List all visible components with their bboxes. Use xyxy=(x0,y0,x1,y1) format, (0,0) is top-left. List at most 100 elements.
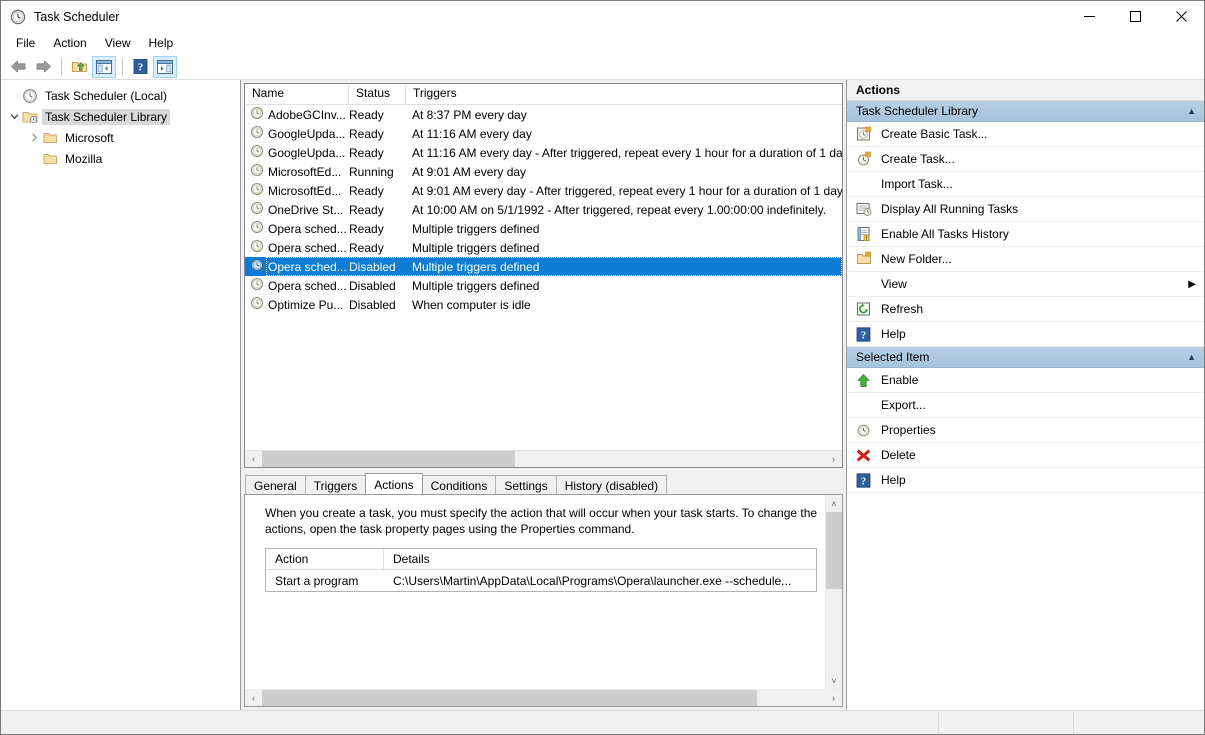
toolbar-separator xyxy=(61,58,62,75)
column-header-name[interactable]: Name xyxy=(245,84,349,104)
forward-arrow-icon[interactable] xyxy=(31,56,55,78)
tab-history[interactable]: History (disabled) xyxy=(555,475,668,494)
table-row[interactable]: MicrosoftEd... Ready At 9:01 AM every da… xyxy=(245,181,842,200)
table-row[interactable]: Opera sched... Ready Multiple triggers d… xyxy=(245,219,842,238)
table-row[interactable]: GoogleUpda... Ready At 11:16 AM every da… xyxy=(245,124,842,143)
tree-item-microsoft[interactable]: Microsoft xyxy=(1,127,240,148)
scroll-track[interactable] xyxy=(262,690,825,706)
menu-file[interactable]: File xyxy=(7,33,44,53)
action-properties[interactable]: Properties xyxy=(847,418,1204,443)
table-row[interactable]: AdobeGCInv... Ready At 8:37 PM every day xyxy=(245,105,842,124)
clock-icon xyxy=(250,106,264,123)
detail-horizontal-scrollbar[interactable]: ‹ › xyxy=(245,689,842,706)
chevron-down-icon[interactable] xyxy=(6,109,22,125)
action-refresh[interactable]: Refresh xyxy=(847,297,1204,322)
task-list: Name Status Triggers AdobeGCInv... Ready… xyxy=(244,83,843,468)
chevron-up-icon[interactable]: ▲ xyxy=(1187,106,1196,116)
details-cell: C:\Users\Martin\AppData\Local\Programs\O… xyxy=(393,573,792,588)
show-hide-action-pane-icon[interactable] xyxy=(153,55,177,78)
action-create-task[interactable]: Create Task... xyxy=(847,147,1204,172)
tab-conditions[interactable]: Conditions xyxy=(421,475,497,494)
column-header-action[interactable]: Action xyxy=(266,549,384,569)
menu-bar: File Action View Help xyxy=(1,32,1204,54)
action-view[interactable]: View ▶ xyxy=(847,272,1204,297)
scroll-track[interactable] xyxy=(826,512,842,672)
help-icon[interactable]: ? xyxy=(128,56,152,78)
action-help-selected[interactable]: ? Help xyxy=(847,468,1204,493)
no-icon xyxy=(855,276,872,293)
actions-group-header-selected-item[interactable]: Selected Item ▲ xyxy=(847,347,1204,368)
table-row[interactable]: Opera sched... Ready Multiple triggers d… xyxy=(245,238,842,257)
action-export[interactable]: Export... xyxy=(847,393,1204,418)
up-folder-icon[interactable] xyxy=(67,56,91,78)
task-status: Ready xyxy=(349,145,384,160)
column-header-status[interactable]: Status xyxy=(349,84,406,104)
task-name-cell: Opera sched... xyxy=(245,277,349,294)
chevron-up-icon[interactable]: ▲ xyxy=(1187,352,1196,362)
scroll-left-icon[interactable]: ‹ xyxy=(245,690,262,706)
scroll-thumb[interactable] xyxy=(826,512,842,589)
table-row[interactable]: OneDrive St... Ready At 10:00 AM on 5/1/… xyxy=(245,200,842,219)
table-row[interactable]: GoogleUpda... Ready At 11:16 AM every da… xyxy=(245,143,842,162)
scroll-right-icon[interactable]: › xyxy=(825,451,842,467)
properties-clock-icon xyxy=(855,422,872,439)
tab-settings[interactable]: Settings xyxy=(495,475,557,494)
action-enable[interactable]: Enable xyxy=(847,368,1204,393)
scroll-thumb[interactable] xyxy=(262,690,758,706)
action-new-folder[interactable]: New Folder... xyxy=(847,247,1204,272)
scroll-thumb[interactable] xyxy=(262,451,516,467)
tab-general[interactable]: General xyxy=(245,475,306,494)
tree-item-task-scheduler-local[interactable]: Task Scheduler (Local) xyxy=(1,85,240,106)
task-status: Running xyxy=(349,164,394,179)
clock-icon xyxy=(250,220,264,237)
detail-vertical-scrollbar[interactable]: ˄ ˅ xyxy=(825,495,842,689)
tab-triggers[interactable]: Triggers xyxy=(304,475,367,494)
tab-actions[interactable]: Actions xyxy=(365,473,423,494)
table-row[interactable]: MicrosoftEd... Running At 9:01 AM every … xyxy=(245,162,842,181)
action-display-all-running-tasks[interactable]: Display All Running Tasks xyxy=(847,197,1204,222)
column-header-details[interactable]: Details xyxy=(384,549,816,569)
actions-table-row[interactable]: Start a program C:\Users\Martin\AppData\… xyxy=(266,570,816,591)
scroll-right-icon[interactable]: › xyxy=(825,690,842,706)
task-triggers: At 11:16 AM every day xyxy=(412,126,532,141)
actions-group-header-library[interactable]: Task Scheduler Library ▲ xyxy=(847,101,1204,122)
scroll-up-icon[interactable]: ˄ xyxy=(826,495,842,512)
back-arrow-icon[interactable] xyxy=(6,56,30,78)
close-button[interactable] xyxy=(1158,1,1204,32)
tree-item-task-scheduler-library[interactable]: Task Scheduler Library xyxy=(1,106,240,127)
no-expander xyxy=(6,88,22,104)
table-row-selected[interactable]: Opera sched... Disabled Multiple trigger… xyxy=(245,257,842,276)
table-row[interactable]: Opera sched... Disabled Multiple trigger… xyxy=(245,276,842,295)
chevron-right-icon[interactable] xyxy=(26,130,42,146)
menu-view[interactable]: View xyxy=(96,33,140,53)
clock-icon xyxy=(250,258,264,275)
tree-item-mozilla[interactable]: Mozilla xyxy=(1,148,240,169)
action-help-library[interactable]: ? Help xyxy=(847,322,1204,347)
maximize-button[interactable] xyxy=(1112,1,1158,32)
show-hide-console-tree-icon[interactable] xyxy=(92,55,116,78)
window-title: Task Scheduler xyxy=(34,9,120,24)
task-name: Opera sched... xyxy=(268,278,347,293)
table-row[interactable]: Optimize Pu... Disabled When computer is… xyxy=(245,295,842,314)
task-name: Opera sched... xyxy=(268,240,347,255)
task-list-horizontal-scrollbar[interactable]: ‹ › xyxy=(245,450,842,467)
action-enable-all-tasks-history[interactable]: ! Enable All Tasks History xyxy=(847,222,1204,247)
detail-body: When you create a task, you must specify… xyxy=(244,494,843,707)
scroll-track[interactable] xyxy=(262,451,825,467)
action-import-task[interactable]: Import Task... xyxy=(847,172,1204,197)
action-delete[interactable]: Delete xyxy=(847,443,1204,468)
group-header-label: Task Scheduler Library xyxy=(856,104,979,118)
task-name-cell: GoogleUpda... xyxy=(245,144,349,161)
scroll-left-icon[interactable]: ‹ xyxy=(245,451,262,467)
task-status: Disabled xyxy=(349,278,396,293)
help-icon: ? xyxy=(855,326,872,343)
main-area: Task Scheduler (Local) Task Scheduler Li… xyxy=(1,80,1204,710)
column-header-triggers[interactable]: Triggers xyxy=(406,84,842,104)
action-create-basic-task[interactable]: Create Basic Task... xyxy=(847,122,1204,147)
minimize-button[interactable] xyxy=(1066,1,1112,32)
menu-action[interactable]: Action xyxy=(44,33,95,53)
create-basic-task-icon xyxy=(855,126,872,143)
scroll-down-icon[interactable]: ˅ xyxy=(826,672,842,689)
action-label: Refresh xyxy=(881,302,924,316)
menu-help[interactable]: Help xyxy=(140,33,183,53)
